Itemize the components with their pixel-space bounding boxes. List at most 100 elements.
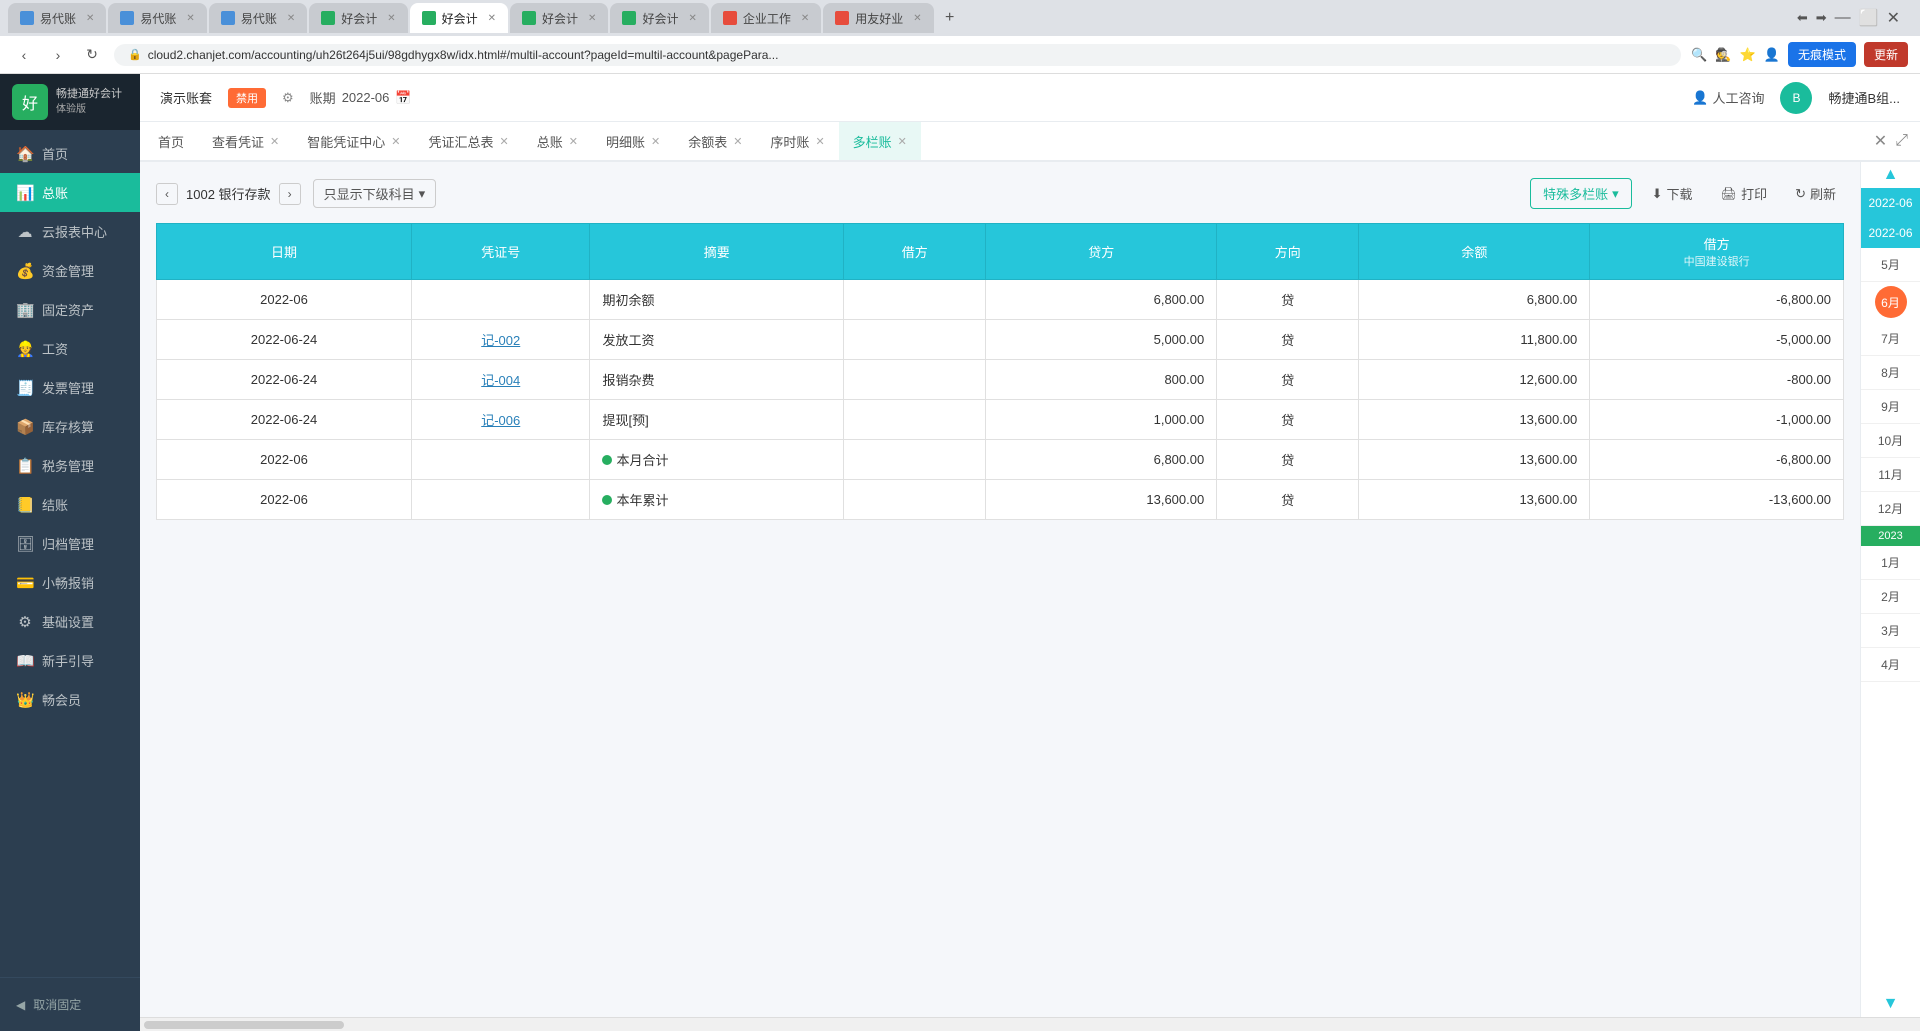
tab-close-6[interactable]: ✕ <box>588 13 596 24</box>
tab-nav-right[interactable]: ➡ <box>1816 10 1827 26</box>
tab-view-voucher[interactable]: 查看凭证 ✕ <box>198 122 293 162</box>
update-button[interactable]: 更新 <box>1864 42 1908 67</box>
sidebar-item-general-ledger[interactable]: 📊 总账 <box>0 173 140 212</box>
tab-close-3[interactable]: ✕ <box>287 13 295 24</box>
sidebar-item-cloud-report[interactable]: ☁ 云报表中心 <box>0 212 140 251</box>
maximize-btn[interactable]: ⬜ <box>1859 8 1879 28</box>
sidebar-item-expense[interactable]: 💳 小畅报销 <box>0 563 140 602</box>
sidebar-item-member[interactable]: 👑 畅会员 <box>0 680 140 719</box>
tab-view-close[interactable]: ✕ <box>270 135 279 148</box>
print-button[interactable]: 🖨 打印 <box>1713 179 1776 208</box>
tab-close-5[interactable]: ✕ <box>488 13 496 24</box>
account-badge: 禁用 <box>228 88 266 108</box>
tab-smart-close[interactable]: ✕ <box>391 135 400 148</box>
month-item[interactable]: 1月 <box>1861 546 1920 580</box>
minimize-btn[interactable]: — <box>1835 9 1851 27</box>
sidebar-item-salary[interactable]: 👷 工资 <box>0 329 140 368</box>
unpin-button[interactable]: ◀ 取消固定 <box>0 986 140 1023</box>
bookmark-icon[interactable]: ⭐ <box>1740 47 1756 63</box>
browser-tab-7[interactable]: 好会计 ✕ <box>610 3 708 33</box>
tab-sequence-close[interactable]: ✕ <box>815 135 824 148</box>
tab-home[interactable]: 首页 <box>144 122 198 162</box>
new-tab-button[interactable]: + <box>936 4 964 32</box>
tab-smart-voucher[interactable]: 智能凭证中心 ✕ <box>293 122 414 162</box>
consult-button[interactable]: 👤 人工咨询 <box>1692 88 1764 107</box>
browser-tab-3[interactable]: 易代账 ✕ <box>209 3 307 33</box>
tab-close-2[interactable]: ✕ <box>186 13 194 24</box>
panel-scroll-up[interactable]: ▲ <box>1861 162 1920 188</box>
month-item[interactable]: 5月 <box>1861 248 1920 282</box>
month-item[interactable]: 10月 <box>1861 424 1920 458</box>
tab-close-4[interactable]: ✕ <box>387 13 395 24</box>
table-cell[interactable]: 记-006 <box>412 400 590 440</box>
tabs-expand-icon[interactable]: ⤢ <box>1895 132 1908 150</box>
incognito-icon[interactable]: 🕵 <box>1715 47 1731 63</box>
sidebar-item-invoice[interactable]: 🧾 发票管理 <box>0 368 140 407</box>
settings-gear-icon[interactable]: ⚙ <box>282 90 294 106</box>
month-item[interactable]: 4月 <box>1861 648 1920 682</box>
forward-button[interactable]: › <box>46 43 70 67</box>
next-account-button[interactable]: › <box>279 183 301 205</box>
tab-detail-ledger[interactable]: 明细账 ✕ <box>592 122 674 162</box>
sidebar-item-tax[interactable]: 📋 税务管理 <box>0 446 140 485</box>
month-item[interactable]: 3月 <box>1861 614 1920 648</box>
browser-tab-8[interactable]: 企业工作 ✕ <box>711 3 821 33</box>
close-btn[interactable]: ✕ <box>1887 8 1900 28</box>
tab-sequence[interactable]: 序时账 ✕ <box>756 122 838 162</box>
panel-scroll-down[interactable]: ▼ <box>1861 991 1920 1017</box>
scroll-thumb[interactable] <box>144 1021 344 1029</box>
month-item[interactable]: 12月 <box>1861 492 1920 526</box>
browser-tab-4[interactable]: 好会计 ✕ <box>309 3 407 33</box>
tab-multi-close[interactable]: ✕ <box>898 135 907 148</box>
tab-close-8[interactable]: ✕ <box>801 13 809 24</box>
tab-general-close[interactable]: ✕ <box>569 135 578 148</box>
refresh-browser-button[interactable]: ↻ <box>80 43 104 67</box>
sidebar-item-guide[interactable]: 📖 新手引导 <box>0 641 140 680</box>
sidebar-item-assets[interactable]: 🏢 固定资产 <box>0 290 140 329</box>
tab-voucher-summary[interactable]: 凭证汇总表 ✕ <box>414 122 522 162</box>
profile-icon[interactable]: 👤 <box>1764 47 1780 63</box>
tab-multi-column[interactable]: 多栏账 ✕ <box>839 122 921 162</box>
browser-tab-5[interactable]: 好会计 ✕ <box>410 3 508 33</box>
browser-tab-6[interactable]: 好会计 ✕ <box>510 3 608 33</box>
browser-tab-9[interactable]: 用友好业 ✕ <box>823 3 933 33</box>
download-button[interactable]: ⬇ 下载 <box>1644 179 1701 208</box>
prev-account-button[interactable]: ‹ <box>156 183 178 205</box>
table-cell[interactable]: 记-004 <box>412 360 590 400</box>
refresh-ledger-button[interactable]: ↻ 刷新 <box>1787 179 1844 208</box>
tab-close-9[interactable]: ✕ <box>913 13 921 24</box>
month-item[interactable]: 2月 <box>1861 580 1920 614</box>
tab-general-ledger[interactable]: 总账 ✕ <box>523 122 592 162</box>
month-item[interactable]: 9月 <box>1861 390 1920 424</box>
tab-balance[interactable]: 余额表 ✕ <box>674 122 756 162</box>
sidebar-item-close-period[interactable]: 📒 结账 <box>0 485 140 524</box>
sidebar-item-archive[interactable]: 🗄 归档管理 <box>0 524 140 563</box>
filter-button[interactable]: 只显示下级科目 ▾ <box>313 179 437 208</box>
url-bar[interactable]: 🔒 cloud2.chanjet.com/accounting/uh26t264… <box>114 44 1681 66</box>
tab-balance-close[interactable]: ✕ <box>733 135 742 148</box>
month-item[interactable]: 8月 <box>1861 356 1920 390</box>
incognito-button[interactable]: 无痕模式 <box>1788 42 1856 67</box>
sidebar-item-home[interactable]: 🏠 首页 <box>0 134 140 173</box>
tab-close-1[interactable]: ✕ <box>86 13 94 24</box>
month-item[interactable]: 11月 <box>1861 458 1920 492</box>
tab-detail-close[interactable]: ✕ <box>651 135 660 148</box>
browser-tab-1[interactable]: 易代账 ✕ <box>8 3 106 33</box>
calendar-icon[interactable]: 📅 <box>395 90 411 106</box>
sidebar-item-inventory[interactable]: 📦 库存核算 <box>0 407 140 446</box>
table-cell[interactable]: 记-002 <box>412 320 590 360</box>
tabs-close-icon[interactable]: ✕ <box>1874 131 1887 151</box>
tab-voucher-close[interactable]: ✕ <box>500 135 509 148</box>
tab-nav-left[interactable]: ⬅ <box>1797 10 1808 26</box>
horizontal-scrollbar[interactable] <box>140 1017 1920 1031</box>
special-multi-button[interactable]: 特殊多栏账 ▾ <box>1530 178 1632 209</box>
month-item[interactable]: 6月 <box>1875 286 1907 318</box>
search-icon[interactable]: 🔍 <box>1691 47 1707 63</box>
sidebar-item-fund[interactable]: 💰 资金管理 <box>0 251 140 290</box>
tab-close-7[interactable]: ✕ <box>688 13 696 24</box>
back-button[interactable]: ‹ <box>12 43 36 67</box>
browser-tab-2[interactable]: 易代账 ✕ <box>108 3 206 33</box>
month-item[interactable]: 7月 <box>1861 322 1920 356</box>
sidebar-item-settings[interactable]: ⚙ 基础设置 <box>0 602 140 641</box>
browser-tab-bar[interactable]: 易代账 ✕ 易代账 ✕ 易代账 ✕ 好会计 ✕ 好会计 ✕ 好会计 ✕ 好会计 … <box>0 0 1920 36</box>
